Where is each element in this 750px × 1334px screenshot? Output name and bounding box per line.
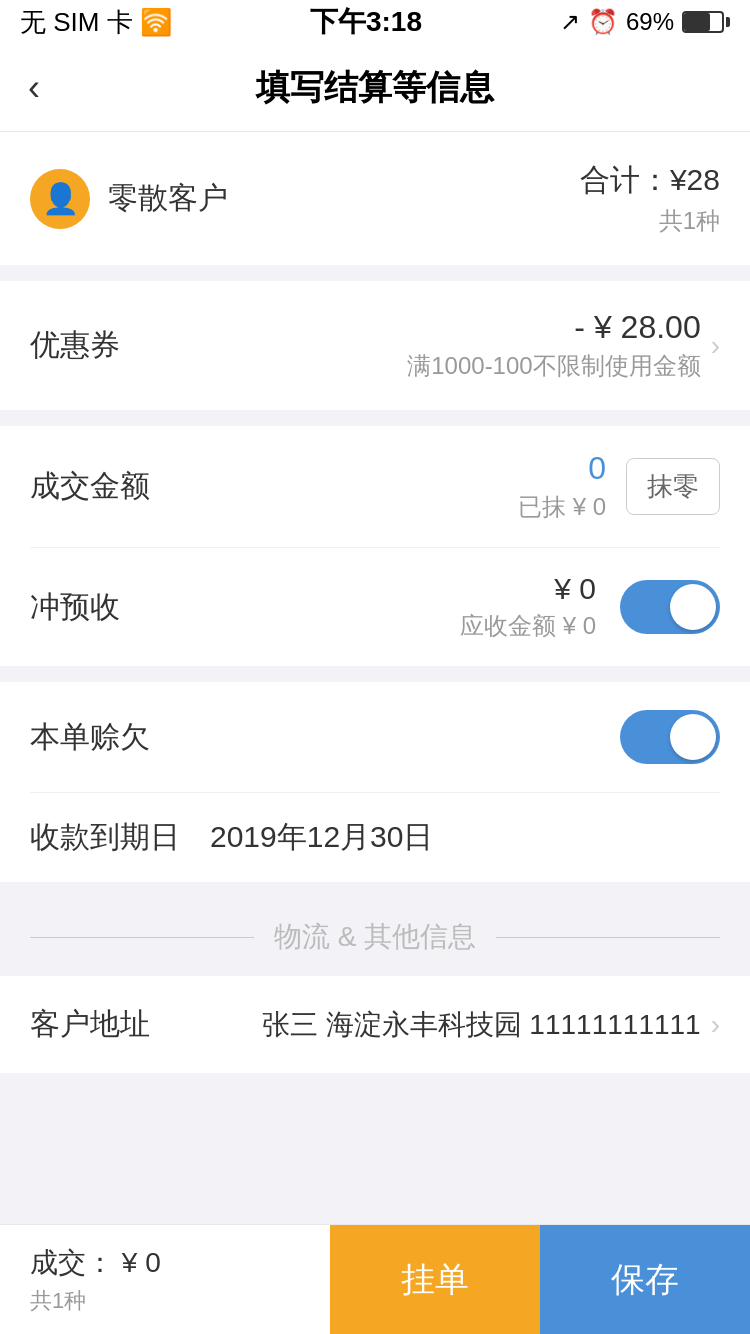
chevron-right-icon: › <box>711 330 720 362</box>
line-left <box>30 937 254 938</box>
toggle-knob <box>670 584 716 630</box>
transaction-label: 成交金额 <box>30 466 150 507</box>
hold-button-label: 挂单 <box>401 1257 469 1303</box>
prereceive-toggle[interactable] <box>620 580 720 634</box>
save-button[interactable]: 保存 <box>540 1225 750 1335</box>
line-right <box>496 937 720 938</box>
transaction-row: 成交金额 0 已抹 ¥ 0 抹零 <box>0 426 750 547</box>
prereceive-row: 冲预收 ¥ 0 应收金额 ¥ 0 <box>0 548 750 666</box>
back-button[interactable]: ‹ <box>28 67 40 109</box>
due-date-label: 收款到期日 <box>30 817 180 858</box>
transaction-sub: 已抹 ¥ 0 <box>518 491 606 523</box>
coupon-info: - ¥ 28.00 满1000-100不限制使用金额 <box>407 309 700 382</box>
prereceive-info: ¥ 0 应收金额 ¥ 0 <box>460 572 596 642</box>
page-title: 填写结算等信息 <box>256 65 494 111</box>
transaction-right: 0 已抹 ¥ 0 抹零 <box>518 450 720 523</box>
hold-button[interactable]: 挂单 <box>330 1225 540 1335</box>
coupon-desc: 满1000-100不限制使用金额 <box>407 350 700 382</box>
debt-toggle-knob <box>670 714 716 760</box>
customer-count: 共1种 <box>580 205 720 237</box>
customer-total: 合计：¥28 <box>580 160 720 201</box>
main-content: 👤 零散客户 合计：¥28 共1种 优惠券 - ¥ 28.00 满1000-10… <box>0 132 750 1289</box>
battery-icon <box>682 11 730 33</box>
customer-card: 👤 零散客户 合计：¥28 共1种 <box>0 132 750 265</box>
status-left: 无 SIM 卡 🛜 <box>20 5 172 40</box>
debt-card: 本单赊欠 收款到期日 2019年12月30日 <box>0 682 750 882</box>
due-date-row: 收款到期日 2019年12月30日 <box>0 793 750 882</box>
bottom-bar: 成交： ¥ 0 共1种 挂单 保存 <box>0 1224 750 1334</box>
logistics-label: 物流 & 其他信息 <box>274 918 476 956</box>
nav-bar: ‹ 填写结算等信息 <box>0 44 750 132</box>
status-right: ↗ ⏰ 69% <box>560 8 730 36</box>
prereceive-right: ¥ 0 应收金额 ¥ 0 <box>460 572 720 642</box>
battery-label: 69% <box>626 8 674 36</box>
bottom-deal-amount: ¥ 0 <box>122 1247 161 1278</box>
status-time: 下午3:18 <box>310 3 422 41</box>
debt-label: 本单赊欠 <box>30 717 150 758</box>
coupon-card: 优惠券 - ¥ 28.00 满1000-100不限制使用金额 › <box>0 281 750 410</box>
coupon-amount: - ¥ 28.00 <box>407 309 700 346</box>
customer-right: 合计：¥28 共1种 <box>580 160 720 237</box>
sim-status: 无 SIM 卡 🛜 <box>20 5 172 40</box>
transaction-amount-col: 0 已抹 ¥ 0 <box>518 450 606 523</box>
address-card: 客户地址 张三 海淀永丰科技园 11111111111 › <box>0 976 750 1073</box>
bottom-deal-label: 成交： <box>30 1247 114 1278</box>
status-bar: 无 SIM 卡 🛜 下午3:18 ↗ ⏰ 69% <box>0 0 750 44</box>
logistics-line: 物流 & 其他信息 <box>30 918 720 956</box>
debt-row: 本单赊欠 <box>0 682 750 792</box>
transaction-amount: 0 <box>518 450 606 487</box>
customer-name: 零散客户 <box>108 178 228 219</box>
customer-left: 👤 零散客户 <box>30 169 228 229</box>
coupon-row[interactable]: 优惠券 - ¥ 28.00 满1000-100不限制使用金额 › <box>0 281 750 410</box>
prereceive-sub: 应收金额 ¥ 0 <box>460 610 596 642</box>
prereceive-label: 冲预收 <box>30 587 120 628</box>
customer-avatar: 👤 <box>30 169 90 229</box>
bottom-info: 成交： ¥ 0 共1种 <box>0 1244 330 1316</box>
address-chevron-icon: › <box>711 1009 720 1041</box>
save-button-label: 保存 <box>611 1257 679 1303</box>
avatar-icon: 👤 <box>42 181 79 216</box>
bottom-count: 共1种 <box>30 1286 300 1316</box>
bottom-deal-row: 成交： ¥ 0 <box>30 1244 300 1282</box>
alarm-icon: ⏰ <box>588 8 618 36</box>
address-row[interactable]: 客户地址 张三 海淀永丰科技园 11111111111 › <box>0 976 750 1073</box>
due-date-value: 2019年12月30日 <box>210 817 433 858</box>
address-label: 客户地址 <box>30 1004 150 1045</box>
debt-toggle[interactable] <box>620 710 720 764</box>
coupon-label: 优惠券 <box>30 325 120 366</box>
transaction-card: 成交金额 0 已抹 ¥ 0 抹零 冲预收 ¥ 0 应收金额 ¥ 0 <box>0 426 750 666</box>
location-icon: ↗ <box>560 8 580 36</box>
coupon-right: - ¥ 28.00 满1000-100不限制使用金额 › <box>407 309 720 382</box>
customer-row: 👤 零散客户 合计：¥28 共1种 <box>0 132 750 265</box>
address-value: 张三 海淀永丰科技园 11111111111 <box>180 1006 701 1044</box>
logistics-divider: 物流 & 其他信息 <box>0 898 750 976</box>
round-zero-button[interactable]: 抹零 <box>626 458 720 515</box>
prereceive-amount: ¥ 0 <box>460 572 596 606</box>
